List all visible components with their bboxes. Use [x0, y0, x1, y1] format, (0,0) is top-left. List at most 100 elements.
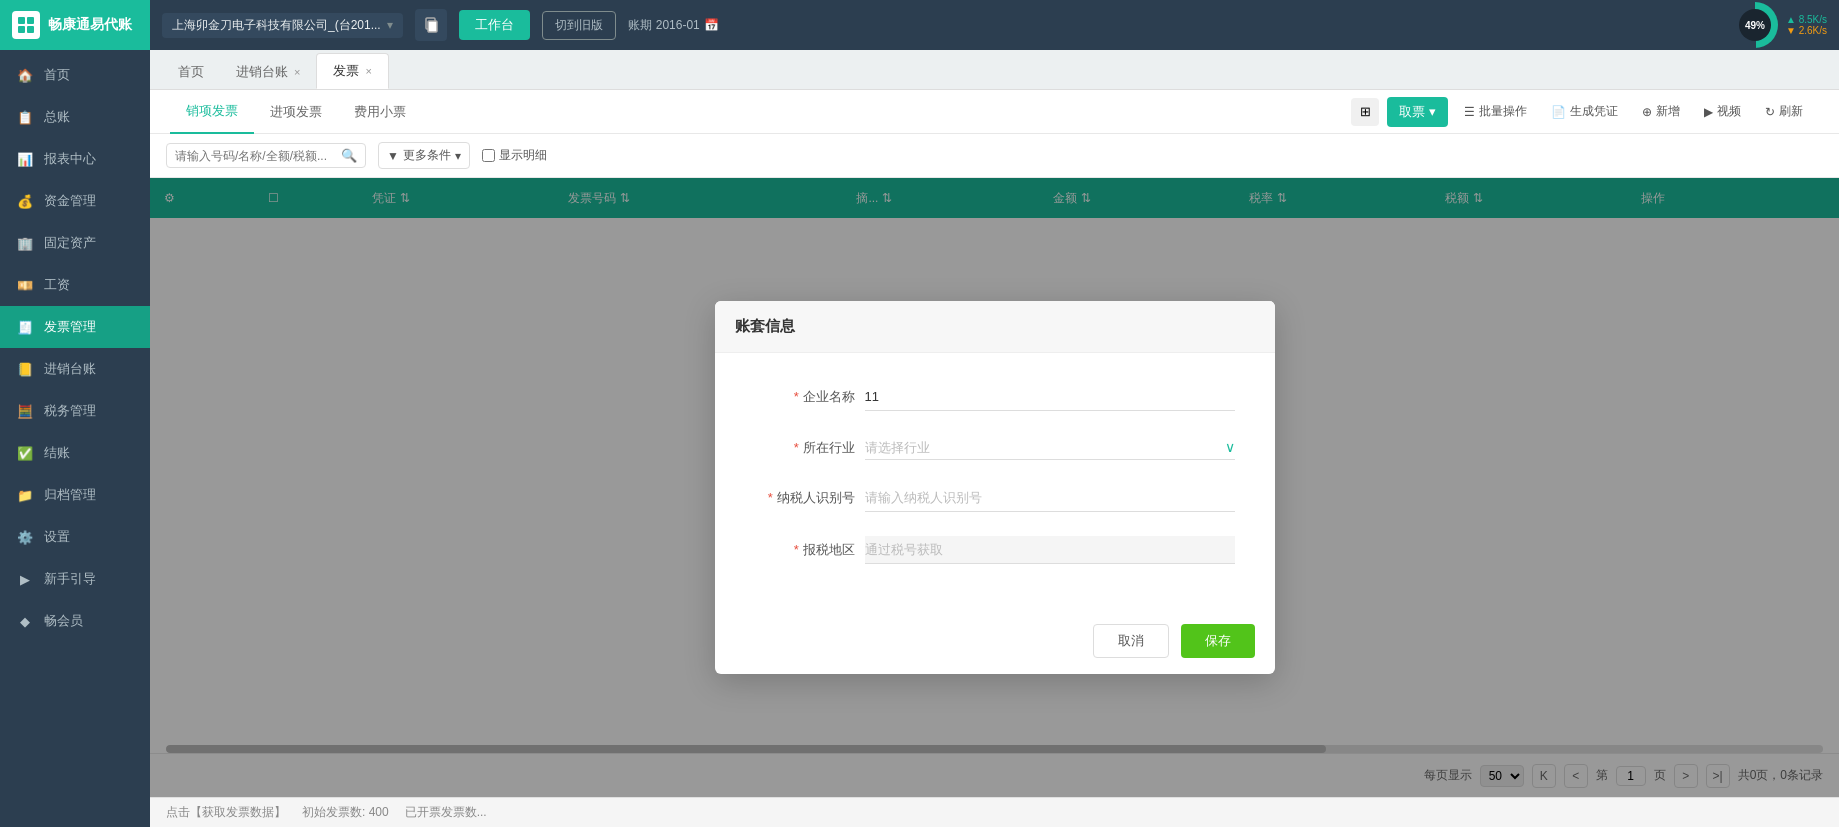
tab-home[interactable]: 首页 — [162, 55, 220, 89]
svg-rect-1 — [27, 17, 34, 24]
company-name: 上海卯金刀电子科技有限公司_(台201... — [172, 17, 381, 34]
get-ticket-button[interactable]: 取票 ▾ — [1387, 97, 1448, 127]
grid-view-icon[interactable]: ⊞ — [1351, 98, 1379, 126]
sidebar-nav: 🏠 首页 📋 总账 📊 报表中心 💰 资金管理 🏢 固定资产 💴 工资 — [0, 50, 150, 827]
refresh-button[interactable]: ↻ 刷新 — [1757, 99, 1811, 124]
form-row-taxregion: * 报税地区 — [755, 536, 1235, 564]
batch-icon: ☰ — [1464, 105, 1475, 119]
modal-overlay: 账套信息 * 企业名称 — [150, 178, 1839, 797]
tab-invoice-close-icon[interactable]: × — [365, 65, 371, 77]
search-input-wrap[interactable]: 🔍 — [166, 143, 366, 168]
invoice-icon: 🧾 — [16, 318, 34, 336]
form-row-company: * 企业名称 — [755, 383, 1235, 411]
fund-icon: 💰 — [16, 192, 34, 210]
member-icon: ◆ — [16, 612, 34, 630]
search-input[interactable] — [175, 149, 335, 163]
home-icon: 🏠 — [16, 66, 34, 84]
main-content: 上海卯金刀电子科技有限公司_(台201... ▾ 工作台 切到旧版 账期 201… — [150, 0, 1839, 827]
modal-title: 账套信息 — [735, 317, 795, 334]
sidebar-item-invoice[interactable]: 🧾 发票管理 — [0, 306, 150, 348]
gen-voucher-button[interactable]: 📄 生成凭证 — [1543, 99, 1626, 124]
company-name-input[interactable] — [865, 383, 1235, 411]
sidebar-item-archive[interactable]: 📁 归档管理 — [0, 474, 150, 516]
sidebar-item-fund[interactable]: 💰 资金管理 — [0, 180, 150, 222]
sidebar-item-guide-label: 新手引导 — [44, 570, 96, 588]
sub-tab-outgoing[interactable]: 销项发票 — [170, 90, 254, 134]
sub-tab-expense[interactable]: 费用小票 — [338, 91, 422, 133]
top-header: 上海卯金刀电子科技有限公司_(台201... ▾ 工作台 切到旧版 账期 201… — [150, 0, 1839, 50]
content-area: 销项发票 进项发票 费用小票 ⊞ 取票 ▾ ☰ — [150, 90, 1839, 827]
svg-rect-0 — [18, 17, 25, 24]
bottom-bar: 点击【获取发票数据】 初始发票数: 400 已开票发票数... — [150, 797, 1839, 827]
sidebar: 畅康通易代账 🏠 首页 📋 总账 📊 报表中心 💰 资金管理 🏢 固定资产 — [0, 0, 150, 827]
chevron-down-icon: ▾ — [387, 18, 393, 32]
tab-sales-ledger[interactable]: 进销台账 × — [220, 55, 316, 89]
guide-icon: ▶ — [16, 570, 34, 588]
sidebar-item-settings-label: 设置 — [44, 528, 70, 546]
search-icon[interactable]: 🔍 — [341, 148, 357, 163]
industry-chevron-icon: ∨ — [1225, 439, 1235, 455]
switch-old-button[interactable]: 切到旧版 — [542, 11, 616, 40]
sidebar-item-salary[interactable]: 💴 工资 — [0, 264, 150, 306]
tab-invoice[interactable]: 发票 × — [316, 53, 388, 89]
company-selector[interactable]: 上海卯金刀电子科技有限公司_(台201... ▾ — [162, 13, 403, 38]
taxid-label: * 纳税人识别号 — [755, 489, 865, 507]
industry-label: * 所在行业 — [755, 439, 865, 457]
add-icon: ⊕ — [1642, 105, 1652, 119]
modal-header: 账套信息 — [715, 301, 1275, 353]
show-detail-checkbox[interactable]: 显示明细 — [482, 147, 547, 164]
sidebar-item-fund-label: 资金管理 — [44, 192, 96, 210]
sub-tabs: 销项发票 进项发票 费用小票 ⊞ 取票 ▾ ☰ — [150, 90, 1839, 134]
bottom-item-1: 点击【获取发票数据】 — [166, 804, 286, 821]
tab-sales-close-icon[interactable]: × — [294, 66, 300, 78]
progress-circle: 49% — [1732, 2, 1778, 48]
ticket-dropdown-icon: ▾ — [1429, 104, 1436, 119]
industry-select-wrap[interactable]: 请选择行业 ∨ — [865, 435, 1235, 460]
show-detail-check-input[interactable] — [482, 149, 495, 162]
sidebar-item-settle[interactable]: ✅ 结账 — [0, 432, 150, 474]
taxid-input[interactable] — [865, 484, 1235, 512]
save-button[interactable]: 保存 — [1181, 624, 1255, 658]
network-down-speed: ▼ 2.6K/s — [1786, 25, 1827, 36]
sidebar-item-ledger[interactable]: 📋 总账 — [0, 96, 150, 138]
taxregion-label: * 报税地区 — [755, 541, 865, 559]
modal-body: * 企业名称 * 所在行业 — [715, 353, 1275, 608]
more-filter-button[interactable]: ▼ 更多条件 ▾ — [378, 142, 470, 169]
sidebar-item-member[interactable]: ◆ 畅会员 — [0, 600, 150, 642]
sidebar-item-invoice-label: 发票管理 — [44, 318, 96, 336]
filter-icon: ▼ — [387, 149, 399, 163]
sidebar-item-settings[interactable]: ⚙️ 设置 — [0, 516, 150, 558]
sidebar-item-assets-label: 固定资产 — [44, 234, 96, 252]
sidebar-item-report-label: 报表中心 — [44, 150, 96, 168]
sidebar-item-guide[interactable]: ▶ 新手引导 — [0, 558, 150, 600]
industry-select[interactable]: 请选择行业 — [865, 440, 1225, 455]
video-button[interactable]: ▶ 视频 — [1696, 99, 1749, 124]
sidebar-item-home[interactable]: 🏠 首页 — [0, 54, 150, 96]
sidebar-item-assets[interactable]: 🏢 固定资产 — [0, 222, 150, 264]
cancel-button[interactable]: 取消 — [1093, 624, 1169, 658]
sidebar-item-report[interactable]: 📊 报表中心 — [0, 138, 150, 180]
calendar-icon[interactable]: 📅 — [704, 18, 719, 32]
workbench-button[interactable]: 工作台 — [459, 10, 530, 40]
network-stats: ▲ 8.5K/s ▼ 2.6K/s — [1786, 14, 1827, 36]
sub-tab-incoming[interactable]: 进项发票 — [254, 91, 338, 133]
progress-value: 49% — [1739, 9, 1771, 41]
tab-bar: 首页 进销台账 × 发票 × — [150, 50, 1839, 90]
sales-icon: 📒 — [16, 360, 34, 378]
bottom-item-2: 初始发票数: 400 — [302, 804, 389, 821]
network-up-speed: ▲ 8.5K/s — [1786, 14, 1827, 25]
sidebar-item-sales[interactable]: 📒 进销台账 — [0, 348, 150, 390]
batch-op-button[interactable]: ☰ 批量操作 — [1456, 99, 1535, 124]
form-row-taxid: * 纳税人识别号 — [755, 484, 1235, 512]
app-logo: 畅康通易代账 — [0, 0, 150, 50]
svg-rect-2 — [18, 26, 25, 33]
tab-home-label: 首页 — [178, 63, 204, 81]
add-new-button[interactable]: ⊕ 新增 — [1634, 99, 1688, 124]
sidebar-item-tax[interactable]: 🧮 税务管理 — [0, 390, 150, 432]
refresh-icon: ↻ — [1765, 105, 1775, 119]
svg-rect-5 — [428, 21, 437, 32]
filter-chevron-icon: ▾ — [455, 149, 461, 163]
ledger-icon: 📋 — [16, 108, 34, 126]
company-name-label: * 企业名称 — [755, 388, 865, 406]
copy-icon-btn[interactable] — [415, 9, 447, 41]
